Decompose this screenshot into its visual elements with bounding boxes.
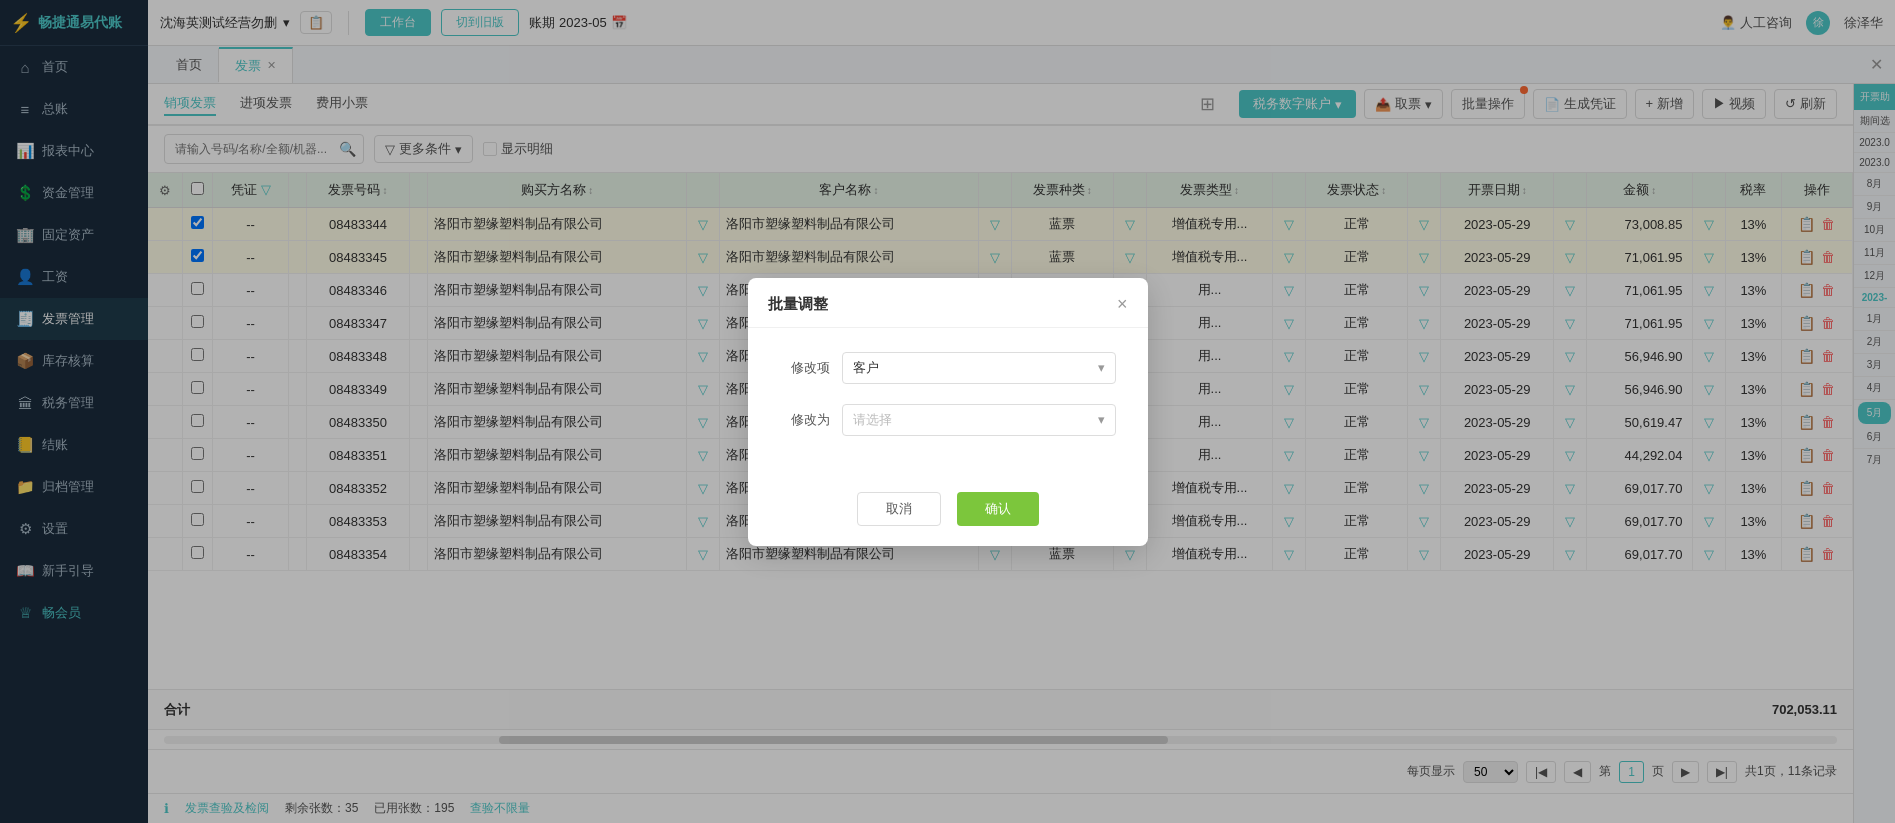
modify-field-value: 客户 xyxy=(853,359,879,377)
modify-value-placeholder: 请选择 xyxy=(853,411,892,429)
modify-value-row: 修改为 请选择 ▾ xyxy=(780,404,1116,436)
modify-value-select[interactable]: 请选择 ▾ xyxy=(842,404,1116,436)
modal-footer: 取消 确认 xyxy=(748,480,1148,546)
modify-value-label: 修改为 xyxy=(780,411,830,429)
field-dropdown-icon: ▾ xyxy=(1098,360,1105,375)
modal-confirm-btn[interactable]: 确认 xyxy=(957,492,1039,526)
value-dropdown-icon: ▾ xyxy=(1098,412,1105,427)
modal-body: 修改项 客户 ▾ 修改为 请选择 ▾ xyxy=(748,328,1148,480)
modal-overlay: 批量调整 × 修改项 客户 ▾ 修改为 请选择 ▾ 取消 确认 xyxy=(0,0,1895,823)
modal-close-btn[interactable]: × xyxy=(1117,294,1128,315)
modify-field-select[interactable]: 客户 ▾ xyxy=(842,352,1116,384)
modal-cancel-btn[interactable]: 取消 xyxy=(857,492,941,526)
modify-field-label: 修改项 xyxy=(780,359,830,377)
modal-title: 批量调整 xyxy=(768,295,828,314)
batch-adjust-modal: 批量调整 × 修改项 客户 ▾ 修改为 请选择 ▾ 取消 确认 xyxy=(748,278,1148,546)
modify-field-row: 修改项 客户 ▾ xyxy=(780,352,1116,384)
modal-header: 批量调整 × xyxy=(748,278,1148,328)
